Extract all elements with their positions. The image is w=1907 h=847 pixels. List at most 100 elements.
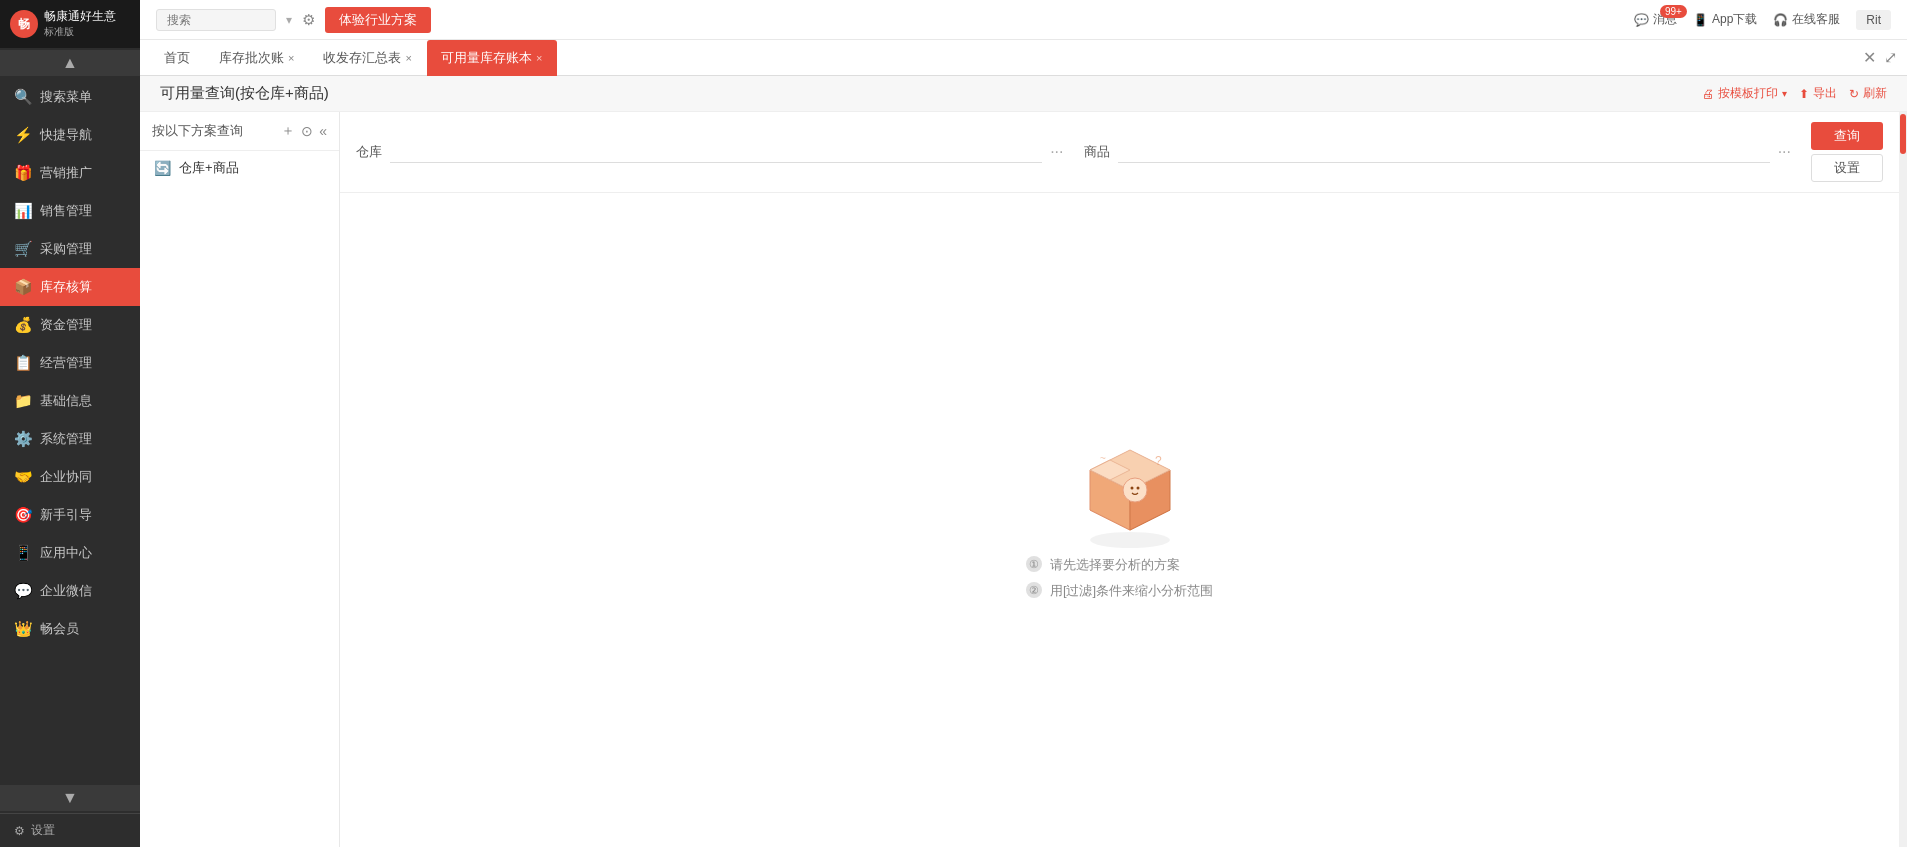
tip-1-number: ① (1026, 556, 1042, 572)
filter-action-buttons: ＋ ⊙ « (281, 122, 327, 140)
sidebar-item-operation[interactable]: 📋 经营管理 (0, 344, 140, 382)
sidebar-scroll-up[interactable]: ▲ (0, 50, 140, 76)
user-label: Rit (1866, 13, 1881, 27)
warehouse-input[interactable] (390, 141, 1042, 163)
page-header: 可用量查询(按仓库+商品) 🖨 按模板打印 ▾ ⬆ 导出 ↻ 刷新 (140, 76, 1907, 112)
sidebar-item-search[interactable]: 🔍 搜索菜单 (0, 78, 140, 116)
app-download-button[interactable]: 📱 App下载 (1693, 11, 1757, 28)
refresh-button[interactable]: ↻ 刷新 (1849, 85, 1887, 102)
user-profile[interactable]: Rit (1856, 10, 1891, 30)
svg-text:~: ~ (1100, 453, 1106, 464)
empty-tips: ① 请先选择要分析的方案 ② 用[过滤]条件来缩小分析范围 (1026, 556, 1213, 600)
sidebar-settings[interactable]: ⚙ 设置 (0, 813, 140, 847)
message-icon: 💬 (1634, 13, 1649, 27)
search-input[interactable] (156, 9, 276, 31)
empty-illustration: ? ~ (1070, 440, 1170, 540)
svg-point-6 (1123, 478, 1147, 502)
tabs-bar: 首页 库存批次账 × 收发存汇总表 × 可用量库存账本 × ✕ ⤢ (140, 40, 1907, 76)
service-button[interactable]: 🎧 在线客服 (1773, 11, 1840, 28)
sidebar-item-finance[interactable]: 💰 资金管理 (0, 306, 140, 344)
filter-collapse-button[interactable]: « (319, 123, 327, 139)
cart-icon: 🛒 (14, 240, 32, 258)
sidebar: 畅 畅康通好生意 标准版 ▲ 🔍 搜索菜单 ⚡ 快捷导航 🎁 营销推广 📊 销售… (0, 0, 140, 847)
close-window-icon[interactable]: ✕ (1863, 48, 1876, 67)
sidebar-item-label: 企业协同 (40, 468, 92, 486)
filter-settings-button[interactable]: ⊙ (301, 123, 313, 139)
search-icon: 🔍 (14, 88, 32, 106)
filter-add-button[interactable]: ＋ (281, 122, 295, 140)
sidebar-logo: 畅 (10, 10, 38, 38)
export-icon: ⬆ (1799, 87, 1809, 101)
clipboard-icon: 📋 (14, 354, 32, 372)
sidebar-item-label: 搜索菜单 (40, 88, 92, 106)
refresh-icon: ↻ (1849, 87, 1859, 101)
app-label: App下载 (1712, 11, 1757, 28)
query-submit-button[interactable]: 查询 (1811, 122, 1883, 150)
empty-tip-1: ① 请先选择要分析的方案 (1026, 556, 1213, 574)
box-icon: 📦 (14, 278, 32, 296)
sidebar-item-inventory[interactable]: 📦 库存核算 (0, 268, 140, 306)
chart-icon: 📊 (14, 202, 32, 220)
sidebar-item-system[interactable]: ⚙️ 系统管理 (0, 420, 140, 458)
sidebar-item-member[interactable]: 👑 畅会员 (0, 610, 140, 648)
sidebar-item-label: 基础信息 (40, 392, 92, 410)
filter-item-label: 仓库+商品 (179, 159, 239, 177)
content-area: 按以下方案查询 ＋ ⊙ « 🔄 仓库+商品 仓库 ··· (140, 112, 1907, 847)
sidebar-item-marketing[interactable]: 🎁 营销推广 (0, 154, 140, 192)
chevron-down-icon: ▾ (286, 13, 292, 27)
box-svg: ? ~ (1070, 440, 1190, 550)
query-settings-button[interactable]: 设置 (1811, 154, 1883, 182)
gear-icon: ⚙️ (14, 430, 32, 448)
settings-icon: ⚙ (14, 824, 25, 838)
window-controls: ✕ ⤢ (1863, 48, 1907, 67)
sidebar-item-wechat[interactable]: 💬 企业微信 (0, 572, 140, 610)
sidebar-item-basic[interactable]: 📁 基础信息 (0, 382, 140, 420)
export-button[interactable]: ⬆ 导出 (1799, 85, 1837, 102)
tip-1-text: 请先选择要分析的方案 (1050, 556, 1180, 574)
tab-batch[interactable]: 库存批次账 × (205, 40, 309, 76)
sidebar-item-enterprise[interactable]: 🤝 企业协同 (0, 458, 140, 496)
warehouse-more-icon[interactable]: ··· (1050, 143, 1063, 161)
page-actions: 🖨 按模板打印 ▾ ⬆ 导出 ↻ 刷新 (1702, 85, 1887, 102)
sidebar-settings-label: 设置 (31, 822, 55, 839)
sidebar-item-label: 库存核算 (40, 278, 92, 296)
topbar-gear-icon[interactable]: ⚙ (302, 11, 315, 29)
warehouse-field: 仓库 ··· (356, 141, 1064, 163)
sidebar-item-label: 经营管理 (40, 354, 92, 372)
refresh-label: 刷新 (1863, 85, 1887, 102)
filter-panel: 按以下方案查询 ＋ ⊙ « 🔄 仓库+商品 (140, 112, 340, 847)
filter-item-warehouse-goods[interactable]: 🔄 仓库+商品 (140, 151, 339, 185)
gift-icon: 🎁 (14, 164, 32, 182)
sidebar-header: 畅 畅康通好生意 标准版 (0, 0, 140, 48)
tab-summary[interactable]: 收发存汇总表 × (309, 40, 426, 76)
tab-summary-close[interactable]: × (405, 52, 411, 64)
scroll-thumb (1900, 114, 1906, 154)
sidebar-item-sales[interactable]: 📊 销售管理 (0, 192, 140, 230)
sidebar-item-newbie[interactable]: 🎯 新手引导 (0, 496, 140, 534)
tab-batch-label: 库存批次账 (219, 49, 284, 67)
tab-available[interactable]: 可用量库存账本 × (427, 40, 557, 76)
right-scrollbar[interactable] (1899, 112, 1907, 847)
goods-more-icon[interactable]: ··· (1778, 143, 1791, 161)
goods-input[interactable] (1118, 141, 1770, 163)
sidebar-item-label: 采购管理 (40, 240, 92, 258)
sidebar-title: 畅康通好生意 (44, 9, 116, 25)
sidebar-item-shortcut[interactable]: ⚡ 快捷导航 (0, 116, 140, 154)
tab-home[interactable]: 首页 (150, 40, 205, 76)
tab-summary-label: 收发存汇总表 (323, 49, 401, 67)
service-label: 在线客服 (1792, 11, 1840, 28)
tab-batch-close[interactable]: × (288, 52, 294, 64)
message-button[interactable]: 💬 消息 99+ (1634, 11, 1677, 28)
sidebar-scroll-down[interactable]: ▼ (0, 785, 140, 811)
print-button[interactable]: 🖨 按模板打印 ▾ (1702, 85, 1787, 102)
industry-button[interactable]: 体验行业方案 (325, 7, 431, 33)
tip-2-text: 用[过滤]条件来缩小分析范围 (1050, 582, 1213, 600)
tab-available-close[interactable]: × (536, 52, 542, 64)
sidebar-item-label: 资金管理 (40, 316, 92, 334)
svg-point-8 (1136, 487, 1139, 490)
expand-window-icon[interactable]: ⤢ (1884, 48, 1897, 67)
sidebar-item-label: 营销推广 (40, 164, 92, 182)
folder-icon: 📁 (14, 392, 32, 410)
sidebar-item-purchase[interactable]: 🛒 采购管理 (0, 230, 140, 268)
sidebar-item-appstore[interactable]: 📱 应用中心 (0, 534, 140, 572)
